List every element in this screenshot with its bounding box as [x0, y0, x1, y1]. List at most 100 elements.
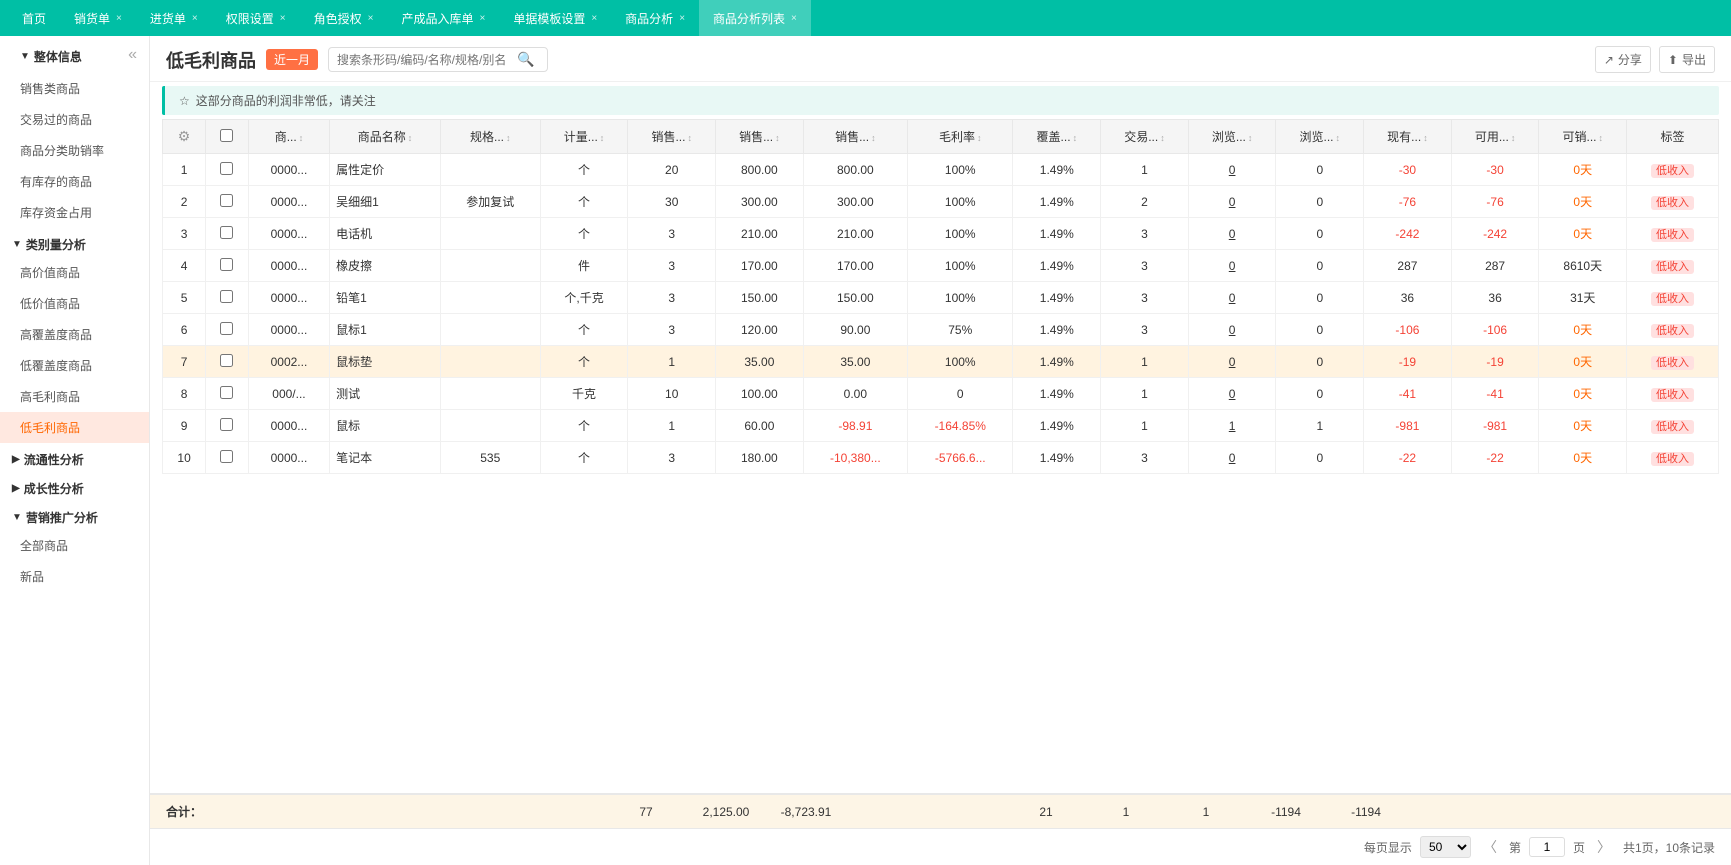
col-name[interactable]: 商品名称↕	[330, 120, 441, 154]
cell-checkbox[interactable]	[206, 250, 249, 282]
sidebar-item-stock-capital[interactable]: 库存资金占用	[0, 197, 149, 228]
close-icon[interactable]: ×	[280, 13, 286, 24]
col-tag[interactable]: 标签	[1627, 120, 1719, 154]
row-checkbox[interactable]	[220, 290, 233, 303]
cell-checkbox[interactable]	[206, 314, 249, 346]
cell-name[interactable]: 铅笔1	[330, 282, 441, 314]
sidebar-item-low-margin[interactable]: 低毛利商品	[0, 412, 149, 443]
row-checkbox[interactable]	[220, 162, 233, 175]
share-button[interactable]: ↗ 分享	[1595, 46, 1651, 73]
col-settings[interactable]: ⚙	[163, 120, 206, 154]
search-input[interactable]	[337, 53, 517, 67]
row-checkbox[interactable]	[220, 386, 233, 399]
cell-name[interactable]: 鼠标1	[330, 314, 441, 346]
sidebar-item-high-value[interactable]: 高价值商品	[0, 257, 149, 288]
col-sellable[interactable]: 可销...↕	[1539, 120, 1627, 154]
sidebar-item-in-stock[interactable]: 有库存的商品	[0, 166, 149, 197]
close-icon[interactable]: ×	[368, 13, 374, 24]
cell-name[interactable]: 电话机	[330, 218, 441, 250]
cell-checkbox[interactable]	[206, 442, 249, 474]
browse1-link[interactable]: 0	[1229, 227, 1236, 241]
cell-name[interactable]: 吴细细1	[330, 186, 441, 218]
row-checkbox[interactable]	[220, 322, 233, 335]
cell-checkbox[interactable]	[206, 154, 249, 186]
cell-name[interactable]: 测试	[330, 378, 441, 410]
sidebar-item-low-value[interactable]: 低价值商品	[0, 288, 149, 319]
browse1-link[interactable]: 0	[1229, 259, 1236, 273]
close-icon[interactable]: ×	[591, 13, 597, 24]
row-checkbox[interactable]	[220, 418, 233, 431]
col-spec[interactable]: 规格...↕	[440, 120, 540, 154]
sidebar-item-traded-products[interactable]: 交易过的商品	[0, 104, 149, 135]
cell-browse1[interactable]: 0	[1188, 250, 1276, 282]
col-sales-price[interactable]: 销售...↕	[716, 120, 804, 154]
row-checkbox[interactable]	[220, 226, 233, 239]
search-icon[interactable]: 🔍	[517, 51, 534, 68]
sidebar-item-category-sales-rate[interactable]: 商品分类助销率	[0, 135, 149, 166]
cell-checkbox[interactable]	[206, 282, 249, 314]
sidebar-group-overall[interactable]: ▼ 整体信息	[8, 40, 94, 69]
sidebar-item-low-coverage[interactable]: 低覆盖度商品	[0, 350, 149, 381]
nav-home[interactable]: 首页	[8, 0, 60, 36]
col-unit[interactable]: 计量...↕	[540, 120, 628, 154]
sidebar-item-sales-products[interactable]: 销售类商品	[0, 73, 149, 104]
cell-name[interactable]: 笔记本	[330, 442, 441, 474]
cell-name[interactable]: 鼠标垫	[330, 346, 441, 378]
nav-product-analysis-list[interactable]: 商品分析列表 ×	[699, 0, 811, 36]
close-icon[interactable]: ×	[116, 13, 122, 24]
sidebar-item-all-products[interactable]: 全部商品	[0, 530, 149, 561]
nav-role-auth[interactable]: 角色授权 ×	[300, 0, 388, 36]
settings-icon[interactable]: ⚙	[178, 128, 191, 144]
nav-purchase-order[interactable]: 进货单 ×	[136, 0, 212, 36]
col-gross-margin[interactable]: 毛利率↕	[908, 120, 1013, 154]
browse1-link[interactable]: 0	[1229, 451, 1236, 465]
export-button[interactable]: ⬆ 导出	[1659, 46, 1715, 73]
page-size-select[interactable]: 50 100	[1420, 836, 1471, 858]
cell-browse1[interactable]: 0	[1188, 442, 1276, 474]
close-icon[interactable]: ×	[479, 13, 485, 24]
browse1-link[interactable]: 0	[1229, 291, 1236, 305]
sidebar-collapse-button[interactable]: «	[124, 42, 141, 68]
col-code[interactable]: 商...↕	[248, 120, 329, 154]
cell-browse1[interactable]: 0	[1188, 314, 1276, 346]
sidebar-item-high-margin[interactable]: 高毛利商品	[0, 381, 149, 412]
cell-name[interactable]: 鼠标	[330, 410, 441, 442]
browse1-link[interactable]: 1	[1229, 419, 1236, 433]
cell-checkbox[interactable]	[206, 346, 249, 378]
nav-product-entry[interactable]: 产成品入库单 ×	[387, 0, 499, 36]
cell-checkbox[interactable]	[206, 378, 249, 410]
cell-browse1[interactable]: 0	[1188, 218, 1276, 250]
row-checkbox[interactable]	[220, 354, 233, 367]
sidebar-item-new-products[interactable]: 新品	[0, 561, 149, 592]
col-coverage[interactable]: 覆盖...↕	[1013, 120, 1101, 154]
col-available[interactable]: 可用...↕	[1451, 120, 1539, 154]
col-browse2[interactable]: 浏览...↕	[1276, 120, 1364, 154]
browse1-link[interactable]: 0	[1229, 195, 1236, 209]
nav-product-analysis[interactable]: 商品分析 ×	[611, 0, 699, 36]
sidebar-group-category-analysis[interactable]: ▼ 类别量分析	[0, 228, 149, 257]
row-checkbox[interactable]	[220, 450, 233, 463]
sidebar-group-growth[interactable]: ▶ 成长性分析	[0, 472, 149, 501]
row-checkbox[interactable]	[220, 194, 233, 207]
col-browse1[interactable]: 浏览...↕	[1188, 120, 1276, 154]
close-icon[interactable]: ×	[679, 13, 685, 24]
cell-name[interactable]: 属性定价	[330, 154, 441, 186]
cell-checkbox[interactable]	[206, 186, 249, 218]
nav-template-settings[interactable]: 单据模板设置 ×	[499, 0, 611, 36]
next-page-button[interactable]: 〉	[1593, 835, 1615, 859]
cell-checkbox[interactable]	[206, 410, 249, 442]
browse1-link[interactable]: 0	[1229, 163, 1236, 177]
col-checkbox-all[interactable]	[206, 120, 249, 154]
cell-browse1[interactable]: 0	[1188, 154, 1276, 186]
cell-name[interactable]: 橡皮擦	[330, 250, 441, 282]
cell-browse1[interactable]: 0	[1188, 282, 1276, 314]
col-sales-amount[interactable]: 销售...↕	[803, 120, 907, 154]
browse1-link[interactable]: 0	[1229, 355, 1236, 369]
sidebar-group-circulation[interactable]: ▶ 流通性分析	[0, 443, 149, 472]
cell-browse1[interactable]: 1	[1188, 410, 1276, 442]
filter-tag-button[interactable]: 近一月	[266, 49, 318, 70]
cell-checkbox[interactable]	[206, 218, 249, 250]
nav-permission-settings[interactable]: 权限设置 ×	[212, 0, 300, 36]
sidebar-group-marketing[interactable]: ▼ 营销推广分析	[0, 501, 149, 530]
browse1-link[interactable]: 0	[1229, 387, 1236, 401]
